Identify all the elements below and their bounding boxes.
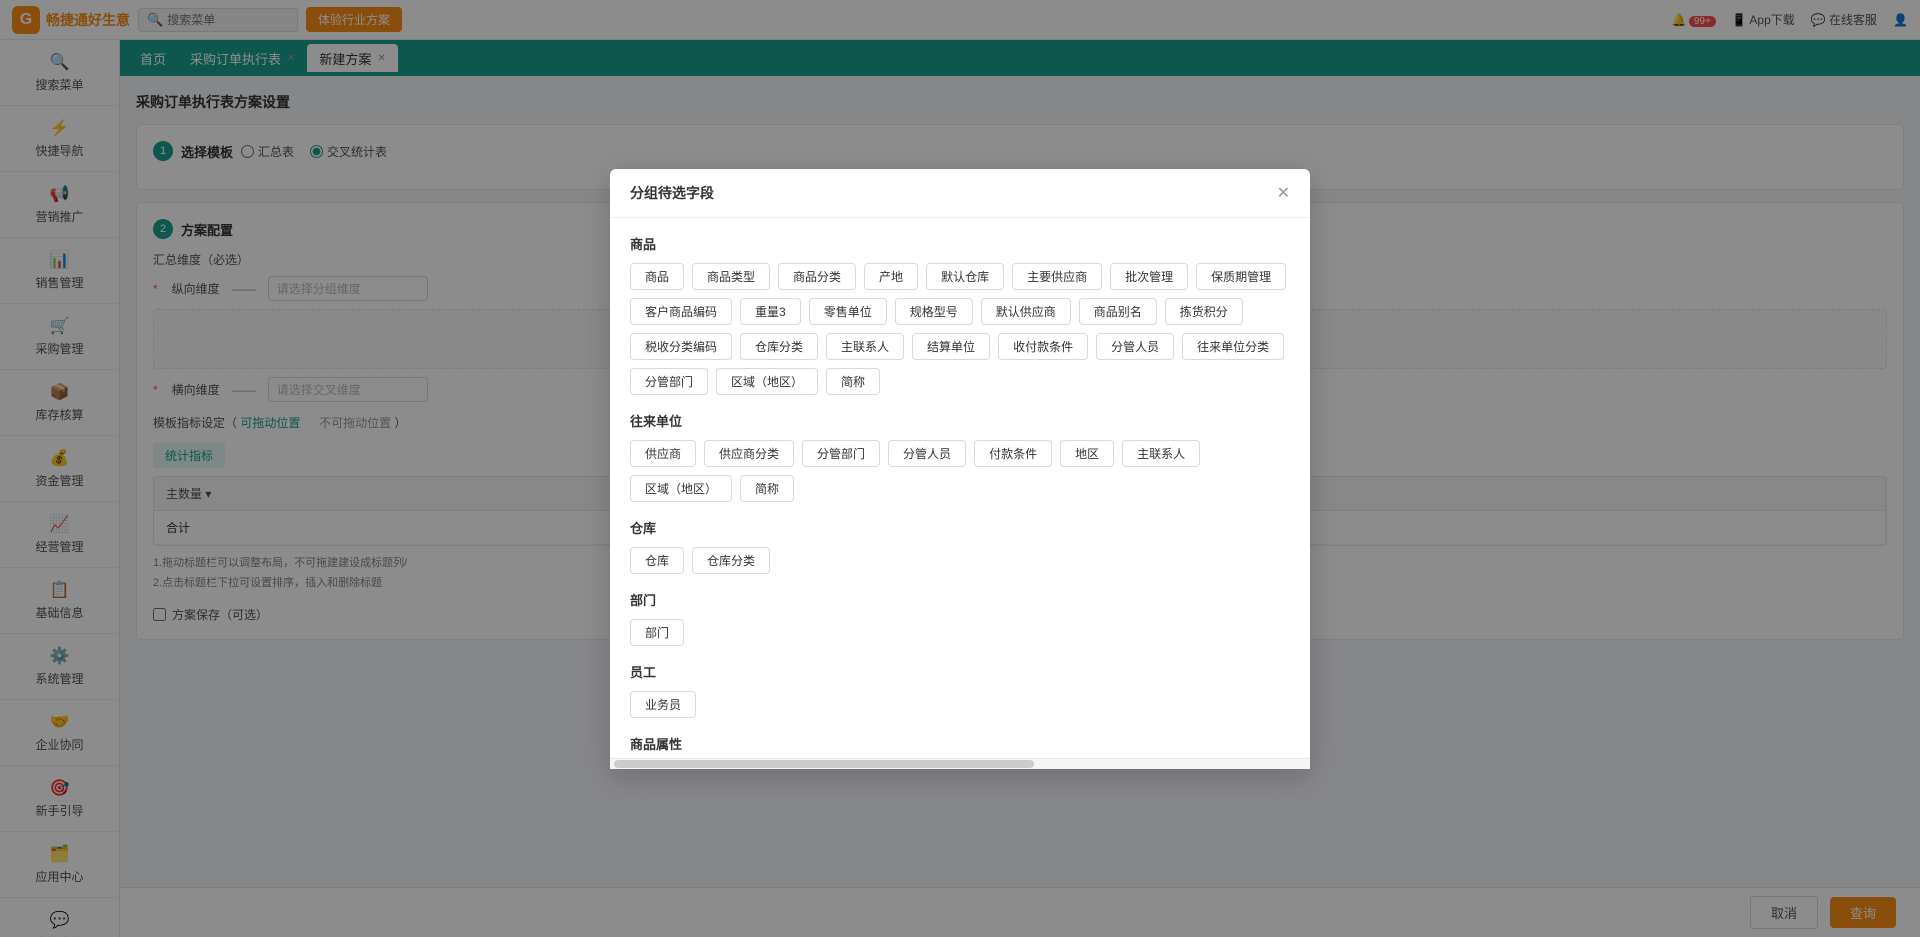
field-tags-往来单位: 供应商供应商分类分管部门分管人员付款条件地区主联系人区域（地区） 简称 (630, 440, 1290, 502)
field-tag[interactable]: 拣货积分 (1165, 298, 1243, 325)
field-tag[interactable]: 分管人员 (888, 440, 966, 467)
field-tag[interactable]: 批次管理 (1110, 263, 1188, 290)
field-tag[interactable]: 地区 (1060, 440, 1114, 467)
field-tag[interactable]: 商品 (630, 263, 684, 290)
field-tag[interactable]: 分管部门 (630, 368, 708, 395)
modal-overlay[interactable]: 分组待选字段 ✕ 商品商品商品类型商品分类产地默认仓库主要供应商批次管理保质期管… (0, 0, 1920, 937)
field-tag[interactable]: 税收分类编码 (630, 333, 732, 360)
field-section-员工: 员工 (630, 662, 1290, 681)
field-tag[interactable]: 主联系人 (826, 333, 904, 360)
field-tag[interactable]: 分管部门 (802, 440, 880, 467)
field-tag[interactable]: 默认仓库 (926, 263, 1004, 290)
field-tag[interactable]: 产地 (864, 263, 918, 290)
scroll-thumb (614, 760, 1034, 768)
field-tag[interactable]: 零售单位 (809, 298, 887, 325)
modal-close-button[interactable]: ✕ (1277, 183, 1290, 203)
field-tag[interactable]: 仓库 (630, 547, 684, 574)
field-tag[interactable]: 结算单位 (912, 333, 990, 360)
field-section-商品属性: 商品属性 (630, 734, 1290, 753)
field-tag[interactable]: 客户商品编码 (630, 298, 732, 325)
field-tag[interactable]: 部门 (630, 619, 684, 646)
field-tag[interactable]: 供应商分类 (704, 440, 794, 467)
field-tags-商品: 商品商品类型商品分类产地默认仓库主要供应商批次管理保质期管理客户商品编码重量3 零… (630, 263, 1290, 395)
field-tag[interactable]: 区域（地区） (630, 475, 732, 502)
field-tag[interactable]: 默认供应商 (981, 298, 1071, 325)
field-section-仓库: 仓库 (630, 518, 1290, 537)
field-tag[interactable]: 重量3 (740, 298, 801, 325)
modal-header: 分组待选字段 ✕ (610, 169, 1310, 218)
field-tag[interactable]: 区域（地区） (716, 368, 818, 395)
field-tag[interactable]: 供应商 (630, 440, 696, 467)
field-tag[interactable]: 简称 (740, 475, 794, 502)
field-tag[interactable]: 仓库分类 (740, 333, 818, 360)
field-tag[interactable]: 规格型号 (895, 298, 973, 325)
modal-scrollbar[interactable] (610, 758, 1310, 768)
field-tag[interactable]: 主联系人 (1122, 440, 1200, 467)
modal-title: 分组待选字段 (630, 183, 714, 203)
field-tag[interactable]: 仓库分类 (692, 547, 770, 574)
field-tag[interactable]: 商品分类 (778, 263, 856, 290)
field-tags-仓库: 仓库仓库分类 (630, 547, 1290, 574)
field-section-商品: 商品 (630, 234, 1290, 253)
field-tag[interactable]: 业务员 (630, 691, 696, 718)
field-tag[interactable]: 保质期管理 (1196, 263, 1286, 290)
modal-body: 商品商品商品类型商品分类产地默认仓库主要供应商批次管理保质期管理客户商品编码重量… (610, 218, 1310, 759)
field-tags-部门: 部门 (630, 619, 1290, 646)
field-section-往来单位: 往来单位 (630, 411, 1290, 430)
field-tag[interactable]: 商品类型 (692, 263, 770, 290)
field-tag[interactable]: 收付款条件 (998, 333, 1088, 360)
field-section-部门: 部门 (630, 590, 1290, 609)
field-tags-员工: 业务员 (630, 691, 1290, 718)
field-tag[interactable]: 主要供应商 (1012, 263, 1102, 290)
field-tag[interactable]: 简称 (826, 368, 880, 395)
field-tag[interactable]: 往来单位分类 (1182, 333, 1284, 360)
field-tag[interactable]: 付款条件 (974, 440, 1052, 467)
field-tag[interactable]: 商品别名 (1079, 298, 1157, 325)
field-tag[interactable]: 分管人员 (1096, 333, 1174, 360)
modal: 分组待选字段 ✕ 商品商品商品类型商品分类产地默认仓库主要供应商批次管理保质期管… (610, 169, 1310, 769)
